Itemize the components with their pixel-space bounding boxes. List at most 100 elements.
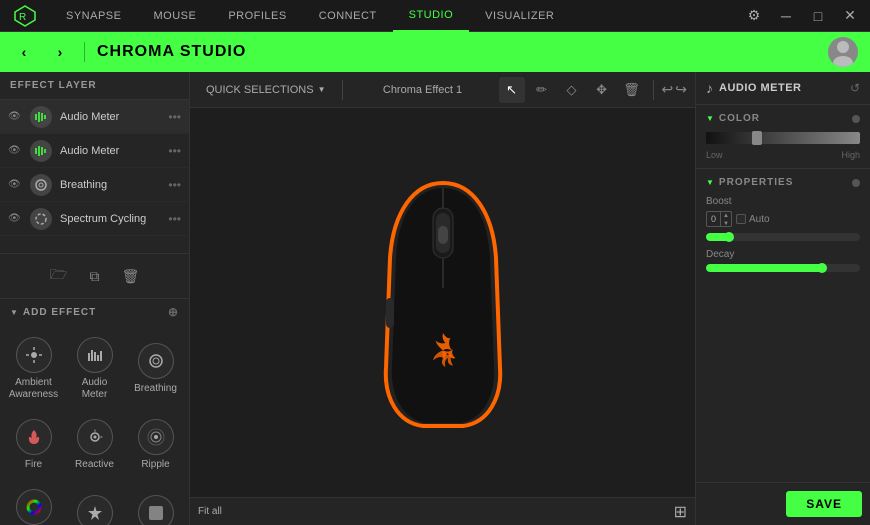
layer-options[interactable]: •••: [168, 144, 181, 158]
close-icon[interactable]: ✕: [838, 4, 862, 28]
toolbar-divider2: [653, 80, 654, 100]
cursor-tool[interactable]: ↖: [499, 77, 525, 103]
maximize-icon[interactable]: □: [806, 4, 830, 28]
color-bar-section: Low High: [696, 128, 870, 168]
undo-redo: ↩ ↪: [662, 81, 687, 98]
menu-synapse[interactable]: SYNAPSE: [50, 0, 137, 32]
boost-stepper[interactable]: 0 ▲ ▼: [706, 211, 732, 227]
layer-actions: 🗁 ⧉ 🗑: [0, 253, 189, 298]
layer-item[interactable]: 👁 Spectrum Cycling •••: [0, 202, 189, 236]
effect-label: Fire: [25, 459, 42, 471]
menu-items: SYNAPSE MOUSE PROFILES CONNECT STUDIO VI…: [50, 0, 742, 32]
minimize-icon[interactable]: ─: [774, 4, 798, 28]
quick-selections[interactable]: QUICK SELECTIONS ▼: [198, 84, 334, 96]
layer-options[interactable]: •••: [168, 212, 181, 226]
redo-icon[interactable]: ↪: [675, 81, 687, 98]
eye-icon[interactable]: 👁: [8, 145, 24, 156]
starlight-icon: [77, 495, 113, 525]
page-title: CHROMA STUDIO: [97, 43, 816, 61]
spectrum-icon: [16, 489, 52, 525]
effect-reactive[interactable]: Reactive: [65, 411, 124, 479]
pen-tool[interactable]: ✏: [529, 77, 555, 103]
ripple-icon: [138, 419, 174, 455]
toolbar-divider: [342, 80, 343, 100]
effect-audiometer[interactable]: Audio Meter: [65, 329, 124, 409]
save-button[interactable]: SAVE: [786, 491, 862, 517]
auto-check[interactable]: [736, 214, 746, 224]
eye-icon[interactable]: 👁: [8, 213, 24, 224]
eye-icon[interactable]: 👁: [8, 179, 24, 190]
audiometer-icon: [77, 337, 113, 373]
layer-list: 👁 Audio Meter ••• 👁: [0, 100, 189, 253]
forward-button[interactable]: ›: [48, 40, 72, 64]
panel-header: ♪ AUDIO METER ↺: [696, 72, 870, 105]
effect-spectrum[interactable]: SpectrumCycling: [4, 481, 63, 525]
layer-options[interactable]: •••: [168, 110, 181, 124]
effect-starlight[interactable]: Starlight: [65, 481, 124, 525]
layer-item[interactable]: 👁 Audio Meter •••: [0, 100, 189, 134]
boost-handle[interactable]: [724, 232, 734, 242]
canvas-area: [190, 108, 695, 497]
panel-title: AUDIO METER: [719, 82, 844, 94]
boost-controls: 0 ▲ ▼ Auto: [706, 211, 860, 227]
layer-options[interactable]: •••: [168, 178, 181, 192]
effect-layer-header: EFFECT LAYER: [0, 72, 189, 100]
delete-tool[interactable]: 🗑: [619, 77, 645, 103]
color-gradient-bar[interactable]: [706, 132, 860, 144]
stepper-arrows[interactable]: ▲ ▼: [721, 212, 731, 226]
section-arrow: ▼: [706, 114, 715, 123]
color-labels: Low High: [706, 150, 860, 160]
effect-label: Ripple: [141, 459, 169, 471]
menu-connect[interactable]: CONNECT: [303, 0, 393, 32]
settings-icon[interactable]: ⚙: [742, 4, 766, 28]
eye-icon[interactable]: 👁: [8, 111, 24, 122]
left-panel: EFFECT LAYER 👁 Audio Meter ••• 👁: [0, 72, 190, 525]
color-dot[interactable]: [852, 115, 860, 123]
fire-icon: [16, 419, 52, 455]
decay-slider[interactable]: [706, 264, 860, 272]
copy-button[interactable]: ⧉: [81, 262, 109, 290]
effect-label: AmbientAwareness: [9, 377, 58, 401]
title-bar: ‹ › CHROMA STUDIO: [0, 32, 870, 72]
effect-breathing[interactable]: Breathing: [126, 329, 185, 409]
layer-item[interactable]: 👁 Breathing •••: [0, 168, 189, 202]
window-controls: ⚙ ─ □ ✕: [742, 4, 870, 28]
effect-static[interactable]: Static: [126, 481, 185, 525]
menu-profiles[interactable]: PROFILES: [212, 0, 302, 32]
effect-ambient[interactable]: AmbientAwareness: [4, 329, 63, 409]
back-button[interactable]: ‹: [12, 40, 36, 64]
undo-icon[interactable]: ↩: [662, 81, 674, 98]
up-arrow[interactable]: ▲: [721, 212, 731, 220]
zoom-icon[interactable]: ⊞: [674, 502, 687, 522]
folder-button[interactable]: 🗁: [45, 262, 73, 290]
effect-fire[interactable]: Fire: [4, 411, 63, 479]
effect-ripple[interactable]: Ripple: [126, 411, 185, 479]
avatar[interactable]: [828, 37, 858, 67]
fit-all-button[interactable]: Fit all: [198, 506, 222, 517]
edit-tools: ↖ ✏ ◇ ✥ 🗑: [499, 77, 645, 103]
menu-studio[interactable]: STUDIO: [393, 0, 470, 32]
layer-item[interactable]: 👁 Audio Meter •••: [0, 134, 189, 168]
menu-visualizer[interactable]: VISUALIZER: [469, 0, 570, 32]
delete-button[interactable]: 🗑: [117, 262, 145, 290]
prop-dot[interactable]: [852, 179, 860, 187]
tab-label: Chroma Effect 1: [351, 84, 495, 96]
refresh-icon[interactable]: ↺: [850, 81, 860, 95]
effect-icon-breathing: [30, 174, 52, 196]
move-tool[interactable]: ✥: [589, 77, 615, 103]
menu-mouse[interactable]: MOUSE: [137, 0, 212, 32]
decay-label: Decay: [706, 249, 860, 260]
breathing-icon: [138, 343, 174, 379]
dropdown-arrow: ▼: [318, 85, 326, 94]
add-effect-header[interactable]: ▼ ADD EFFECT ⊕: [0, 299, 189, 325]
razer-logo: R: [0, 0, 50, 31]
color-slider-thumb[interactable]: [752, 131, 762, 145]
mouse-illustration: [368, 168, 518, 438]
add-icon[interactable]: ⊕: [168, 305, 179, 319]
boost-label: Boost: [706, 196, 860, 207]
decay-handle[interactable]: [817, 263, 827, 273]
down-arrow[interactable]: ▼: [721, 220, 731, 228]
eraser-tool[interactable]: ◇: [559, 77, 585, 103]
boost-slider[interactable]: [706, 233, 860, 241]
auto-checkbox[interactable]: Auto: [736, 214, 770, 225]
